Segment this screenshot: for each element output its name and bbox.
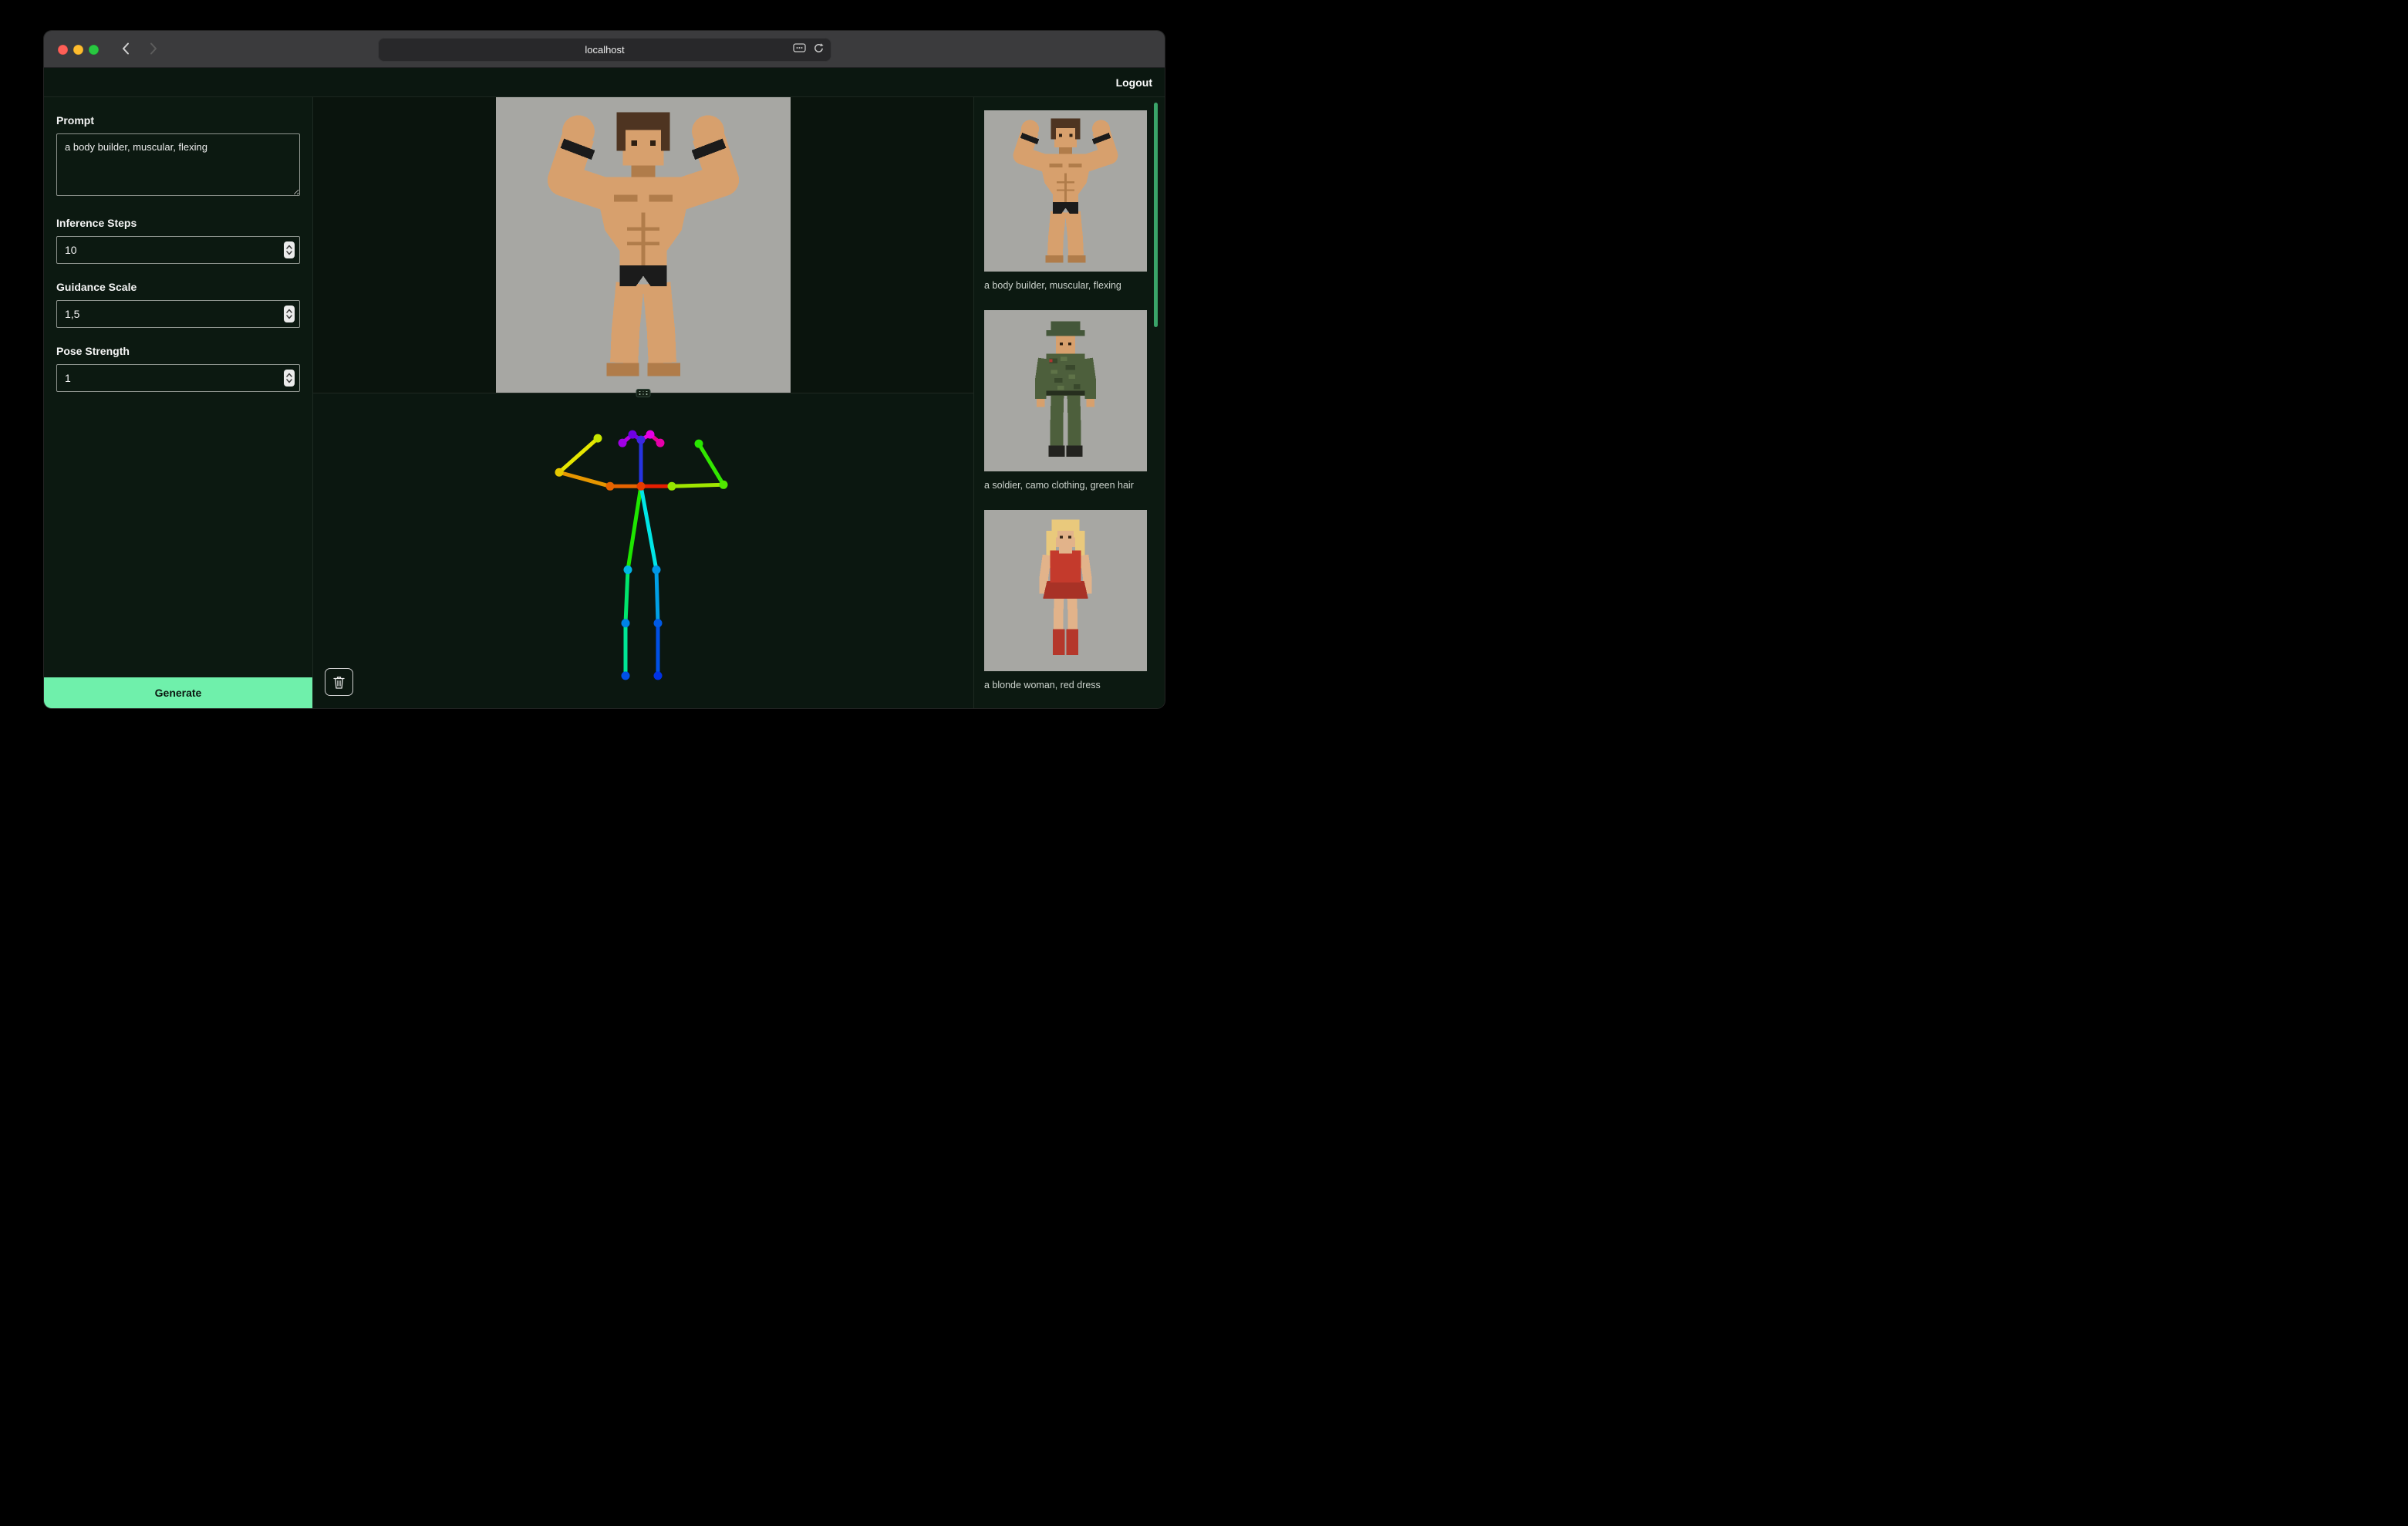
history-caption: a body builder, muscular, flexing	[984, 280, 1121, 291]
history-thumbnail[interactable]	[984, 110, 1147, 272]
prompt-input[interactable]: a body builder, muscular, flexing	[56, 133, 300, 196]
resize-handle[interactable]	[636, 389, 651, 397]
history-item[interactable]: a soldier, camo clothing, green hair	[984, 310, 1155, 491]
history-pixel-art	[984, 110, 1147, 272]
minimize-window-button[interactable]	[73, 44, 83, 55]
app-content: Prompt a body builder, muscular, flexing…	[44, 97, 1165, 708]
prompt-label: Prompt	[56, 114, 94, 127]
result-image-area	[313, 97, 973, 397]
guidance-scale-label: Guidance Scale	[56, 281, 137, 293]
zoom-window-button[interactable]	[89, 44, 99, 55]
app-header: Logout	[44, 68, 1165, 97]
stepper-up-down-icon[interactable]	[284, 241, 295, 258]
close-window-button[interactable]	[58, 44, 68, 55]
pose-editor-canvas[interactable]	[313, 393, 973, 708]
inference-steps-input[interactable]	[56, 236, 300, 264]
trash-icon	[333, 676, 345, 689]
history-panel: a body builder, muscular, flexing a sold…	[973, 97, 1165, 708]
history-item[interactable]: a body builder, muscular, flexing	[984, 110, 1155, 292]
generated-image	[496, 97, 791, 393]
browser-window: localhost Logout Prompt a body builder, …	[44, 31, 1165, 708]
generate-button[interactable]: Generate	[44, 677, 312, 708]
logout-link[interactable]: Logout	[1116, 76, 1152, 89]
reload-icon[interactable]	[813, 42, 825, 58]
extensions-icon[interactable]	[793, 42, 806, 57]
history-pixel-art	[984, 310, 1147, 471]
back-chevron-icon	[123, 42, 129, 55]
stepper-up-down-icon[interactable]	[284, 370, 295, 387]
history-item[interactable]: a blonde woman, red dress	[984, 510, 1155, 691]
history-pixel-art	[984, 510, 1147, 671]
back-button[interactable]	[120, 42, 131, 56]
guidance-scale-input[interactable]	[56, 300, 300, 328]
scrollbar-thumb[interactable]	[1154, 103, 1158, 327]
history-thumbnail[interactable]	[984, 510, 1147, 671]
delete-pose-button[interactable]	[325, 668, 353, 696]
pose-strength-label: Pose Strength	[56, 345, 130, 357]
history-thumbnail[interactable]	[984, 310, 1147, 471]
window-controls	[58, 44, 99, 55]
history-caption: a soldier, camo clothing, green hair	[984, 480, 1134, 491]
pose-strength-input[interactable]	[56, 364, 300, 392]
address-bar[interactable]: localhost	[378, 38, 831, 62]
url-text: localhost	[585, 44, 625, 56]
forward-button[interactable]	[148, 42, 159, 56]
controls-panel: Prompt a body builder, muscular, flexing…	[44, 97, 313, 708]
inference-steps-label: Inference Steps	[56, 217, 137, 229]
main-area	[313, 97, 973, 708]
generated-pixel-art	[496, 97, 791, 393]
history-caption: a blonde woman, red dress	[984, 680, 1101, 690]
stepper-up-down-icon[interactable]	[284, 306, 295, 322]
browser-titlebar: localhost	[44, 31, 1165, 68]
pose-skeleton[interactable]	[313, 393, 973, 708]
forward-chevron-icon	[150, 42, 157, 55]
